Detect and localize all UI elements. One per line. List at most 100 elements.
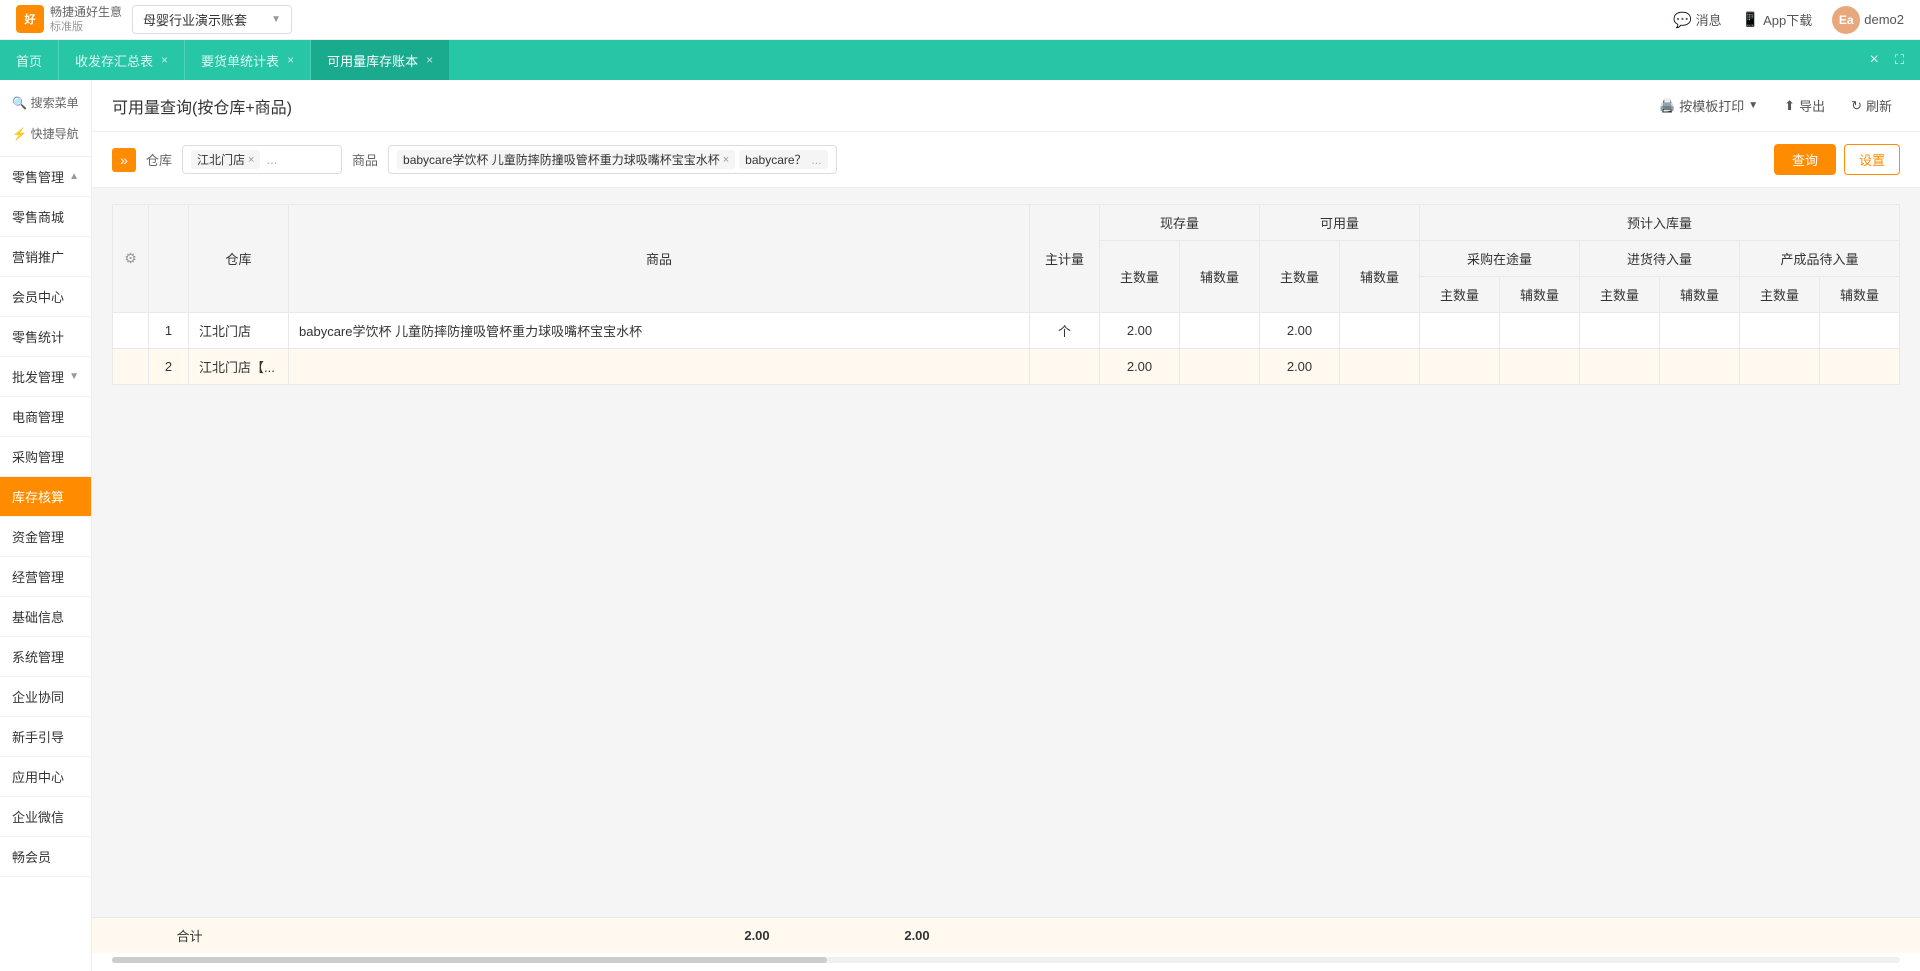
col-stock-aux-header: 辅数量 xyxy=(1180,241,1260,313)
sidebar-item-procurement[interactable]: 采购管理 xyxy=(0,437,91,477)
industry-selector[interactable]: 母婴行业演示账套 ▼ xyxy=(132,5,292,34)
col-unit-header: 主计量 xyxy=(1030,205,1100,313)
warehouse-filter-dots: ... xyxy=(266,152,277,167)
filter-expand-button[interactable]: » xyxy=(112,148,136,172)
row2-stock-main: 2.00 xyxy=(1100,349,1180,385)
tab-summary-close[interactable]: × xyxy=(161,53,168,67)
col-production-aux-header: 辅数量 xyxy=(1820,277,1900,313)
sidebar-item-ecommerce[interactable]: 电商管理 xyxy=(0,397,91,437)
scrollbar-area xyxy=(92,953,1920,971)
warehouse-filter-input[interactable]: 江北门店 × ... xyxy=(182,145,342,174)
tab-order-stats-close[interactable]: × xyxy=(287,53,294,67)
message-icon: 💬 xyxy=(1673,11,1692,29)
settings-button[interactable]: 设置 xyxy=(1844,144,1900,175)
page-title: 可用量查询(按仓库+商品) xyxy=(112,94,292,130)
row1-available-aux xyxy=(1340,313,1420,349)
sidebar-top-actions: 🔍 搜索菜单 ⚡ 快捷导航 xyxy=(0,80,91,157)
horizontal-scrollbar[interactable] xyxy=(112,957,1900,963)
top-bar-left: 好 畅捷通好生意 标准版 母婴行业演示账套 ▼ xyxy=(16,5,292,35)
sidebar-item-retail-mall[interactable]: 零售商城 xyxy=(0,197,91,237)
row2-no: 2 xyxy=(149,349,189,385)
col-stock-group-header: 现存量 xyxy=(1100,205,1260,241)
logo-area: 好 畅捷通好生意 标准版 xyxy=(16,5,122,35)
row2-stock-aux xyxy=(1180,349,1260,385)
export-button[interactable]: ⬆ 导出 xyxy=(1776,92,1833,119)
sidebar-search-button[interactable]: 🔍 搜索菜单 xyxy=(8,90,83,115)
row2-purchase-transit-main xyxy=(1420,349,1500,385)
content-area: 可用量查询(按仓库+商品) 🖨️ 按模板打印 ▼ ⬆ 导出 ↻ 刷新 xyxy=(92,80,1920,971)
data-table: ⚙ 仓库 商品 主计量 现存量 可用量 预计入库量 主数量 辅数量 主数量 xyxy=(112,204,1900,385)
sidebar-item-retail-mgmt[interactable]: 零售管理 ▲ xyxy=(0,157,91,197)
message-button[interactable]: 💬 消息 xyxy=(1673,10,1722,29)
sidebar-item-inventory[interactable]: 库存核算 xyxy=(0,477,91,517)
search-icon: 🔍 xyxy=(12,96,27,110)
footer-total-label: 合计 xyxy=(112,926,267,945)
sidebar-item-wholesale-mgmt[interactable]: 批发管理 ▼ xyxy=(0,357,91,397)
row2-settings xyxy=(113,349,149,385)
tab-close-all-button[interactable]: × xyxy=(1866,51,1883,69)
col-available-main-header: 主数量 xyxy=(1260,241,1340,313)
tab-available-stock[interactable]: 可用量库存账本 × xyxy=(311,40,450,80)
tab-available-stock-close[interactable]: × xyxy=(426,53,433,67)
row2-purchase-transit-aux xyxy=(1500,349,1580,385)
tab-summary[interactable]: 收发存汇总表 × xyxy=(59,40,185,80)
col-warehouse-header: 仓库 xyxy=(189,205,289,313)
warehouse-filter-label: 仓库 xyxy=(146,150,172,169)
sidebar-item-retail-stats[interactable]: 零售统计 xyxy=(0,317,91,357)
sidebar-item-operations[interactable]: 经营管理 xyxy=(0,557,91,597)
row2-available-main: 2.00 xyxy=(1260,349,1340,385)
app-download-button[interactable]: 📱 App下载 xyxy=(1742,10,1813,29)
sidebar-item-basic-info[interactable]: 基础信息 xyxy=(0,597,91,637)
print-button[interactable]: 🖨️ 按模板打印 ▼ xyxy=(1651,92,1766,119)
product-filter-input[interactable]: babycare学饮杯 儿童防摔防撞吸管杯重力球吸嘴杯宝宝水杯 × babyca… xyxy=(388,145,837,174)
tab-order-stats[interactable]: 要货单统计表 × xyxy=(185,40,311,80)
tab-expand-button[interactable]: ⛶ xyxy=(1891,52,1908,68)
product-tag-1: babycare学饮杯 儿童防摔防撞吸管杯重力球吸嘴杯宝宝水杯 × xyxy=(397,150,735,169)
footer-available-main: 2.00 xyxy=(877,928,957,943)
row2-production-aux xyxy=(1820,349,1900,385)
sidebar-item-system-mgmt[interactable]: 系统管理 xyxy=(0,637,91,677)
tab-bar-actions: × ⛶ xyxy=(1866,40,1920,80)
chevron-down-icon: ▼ xyxy=(1748,100,1758,111)
query-button[interactable]: 查询 xyxy=(1774,144,1836,175)
sidebar-item-app-center[interactable]: 应用中心 xyxy=(0,757,91,797)
sidebar-item-marketing[interactable]: 营销推广 xyxy=(0,237,91,277)
sidebar-item-new-guide[interactable]: 新手引导 xyxy=(0,717,91,757)
row2-unit xyxy=(1030,349,1100,385)
table-row: 2 江北门店【... 2.00 2.00 xyxy=(113,349,1900,385)
refresh-button[interactable]: ↻ 刷新 xyxy=(1843,92,1900,119)
sidebar-nav-button[interactable]: ⚡ 快捷导航 xyxy=(8,121,83,146)
product-filter-label: 商品 xyxy=(352,150,378,169)
sidebar-item-enterprise-coop[interactable]: 企业协同 xyxy=(0,677,91,717)
nav-icon: ⚡ xyxy=(12,127,27,141)
row1-unit: 个 xyxy=(1030,313,1100,349)
user-profile[interactable]: Ea demo2 xyxy=(1832,6,1904,34)
table-row: 1 江北门店 babycare学饮杯 儿童防摔防撞吸管杯重力球吸嘴杯宝宝水杯 个… xyxy=(113,313,1900,349)
row1-incoming-main xyxy=(1580,313,1660,349)
page-header: 可用量查询(按仓库+商品) 🖨️ 按模板打印 ▼ ⬆ 导出 ↻ 刷新 xyxy=(92,80,1920,132)
row1-warehouse: 江北门店 xyxy=(189,313,289,349)
sidebar-item-enterprise-wechat[interactable]: 企业微信 xyxy=(0,797,91,837)
col-incoming-main-header: 主数量 xyxy=(1580,277,1660,313)
tab-home[interactable]: 首页 xyxy=(0,40,59,80)
col-purchase-transit-aux-header: 辅数量 xyxy=(1500,277,1580,313)
scroll-thumb[interactable] xyxy=(112,957,827,963)
sidebar-item-finance[interactable]: 资金管理 xyxy=(0,517,91,557)
row1-no: 1 xyxy=(149,313,189,349)
sidebar: 🔍 搜索菜单 ⚡ 快捷导航 零售管理 ▲ 零售商城 营销推广 会员中心 零售统计… xyxy=(0,80,92,971)
print-icon: 🖨️ xyxy=(1659,98,1675,114)
footer-total-values: 2.00 2.00 xyxy=(267,928,1900,943)
footer-stock-main: 2.00 xyxy=(717,928,797,943)
sidebar-item-vip-member[interactable]: 畅会员 xyxy=(0,837,91,877)
logo-icon: 好 xyxy=(16,5,44,33)
refresh-icon: ↻ xyxy=(1851,98,1862,114)
col-incoming-aux-header: 辅数量 xyxy=(1660,277,1740,313)
warehouse-tag-close[interactable]: × xyxy=(248,154,254,166)
sidebar-item-member-center[interactable]: 会员中心 xyxy=(0,277,91,317)
col-product-header: 商品 xyxy=(289,205,1030,313)
row2-product xyxy=(289,349,1030,385)
column-settings-icon[interactable]: ⚙ xyxy=(124,250,137,266)
col-settings-header: ⚙ xyxy=(113,205,149,313)
product-tag1-close[interactable]: × xyxy=(723,154,729,166)
row1-purchase-transit-aux xyxy=(1500,313,1580,349)
